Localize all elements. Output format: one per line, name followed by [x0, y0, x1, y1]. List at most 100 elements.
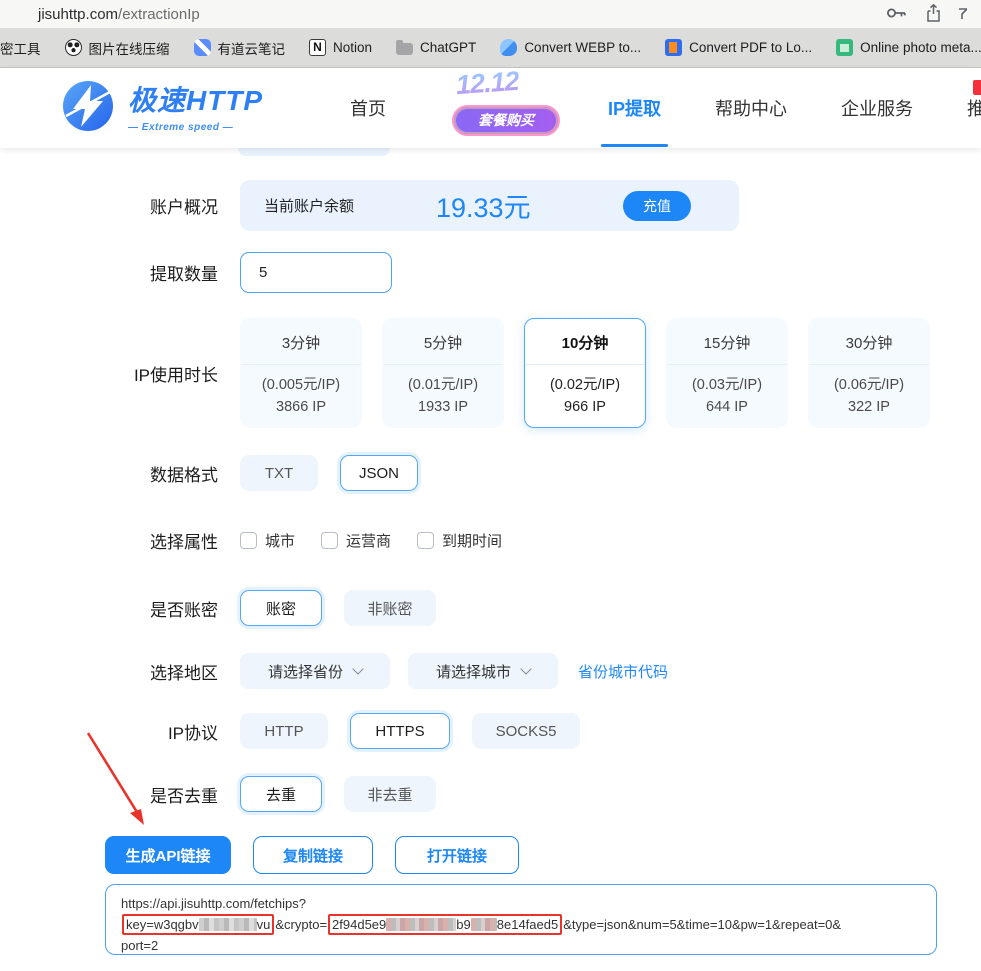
url-params-tail: &type=json&num=5&time=10&pw=1&repeat=0&	[563, 917, 842, 932]
password-key-icon[interactable]	[886, 6, 908, 20]
card-title: 3分钟	[281, 335, 321, 352]
duration-row: IP使用时长 3分钟 (0.005元/IP) 3866 IP 5分钟 (0.01…	[0, 318, 950, 428]
province-select[interactable]: 请选择省份	[240, 653, 390, 689]
balance-value: 19.33元	[436, 193, 531, 223]
redacted-crypto-segment	[470, 918, 497, 931]
bookmark-label: Convert PDF to Lo...	[689, 40, 813, 55]
dedup-row: 是否去重 去重 非去重	[0, 776, 458, 812]
main-nav: 首页 12.12 套餐购买 IP提取 帮助中心 企业服务 推广返利	[350, 66, 981, 148]
checkbox-isp[interactable]: 运营商	[321, 530, 391, 551]
quantity-input[interactable]	[240, 252, 392, 293]
promo-1212-badge[interactable]: 12.12 套餐购买	[452, 66, 564, 136]
quantity-row: 提取数量	[0, 252, 392, 293]
bookmark-label: Online photo meta...	[860, 40, 981, 55]
browser-address-bar[interactable]: jisuhttp.com/extractionIp	[0, 0, 981, 28]
protocol-option-https[interactable]: HTTPS	[350, 713, 450, 749]
duration-option-15min[interactable]: 15分钟 (0.03元/IP) 644 IP	[666, 318, 788, 428]
generate-api-link-button[interactable]: 生成API链接	[105, 836, 231, 874]
panda-icon	[64, 39, 82, 56]
share-icon[interactable]	[926, 4, 941, 22]
bookmark-item[interactable]: Convert PDF to Lo...	[665, 39, 812, 56]
card-divider	[667, 364, 787, 365]
open-link-button[interactable]: 打开链接	[395, 836, 519, 874]
protocol-option-http[interactable]: HTTP	[240, 713, 328, 749]
bookmark-label: Convert WEBP to...	[524, 40, 642, 55]
site-logo[interactable]: 极速HTTP — Extreme speed —	[60, 78, 263, 134]
card-price: (0.005元/IP)	[261, 377, 341, 393]
card-count: 966 IP	[564, 399, 606, 416]
quantity-label: 提取数量	[150, 265, 218, 284]
card-divider	[809, 364, 929, 365]
auth-label: 是否账密	[150, 600, 218, 620]
cutoff-toolbar-icon[interactable]	[959, 5, 967, 21]
nav-item-ip-extract[interactable]: IP提取	[600, 95, 669, 147]
format-label: 数据格式	[150, 465, 218, 485]
promo-1212-text: 12.12	[454, 65, 520, 101]
format-option-json[interactable]: JSON	[340, 455, 418, 491]
cutoff-element-above	[238, 148, 390, 156]
bookmark-item[interactable]: Convert WEBP to...	[500, 39, 641, 56]
duration-option-3min[interactable]: 3分钟 (0.005元/IP) 3866 IP	[240, 318, 362, 428]
checkbox-icon	[417, 531, 435, 549]
bookmark-label: ChatGPT	[420, 40, 477, 55]
card-count: 322 IP	[848, 399, 890, 416]
checkbox-icon	[321, 531, 339, 549]
redacted-key-segment	[198, 918, 257, 931]
extraction-form: 账户概况 当前账户余额 19.33元 充值 提取数量 IP使用时长 3分钟	[0, 148, 981, 971]
format-option-txt[interactable]: TXT	[240, 455, 318, 491]
duration-option-5min[interactable]: 5分钟 (0.01元/IP) 1933 IP	[382, 318, 504, 428]
nav-item-enterprise[interactable]: 企业服务	[841, 95, 913, 121]
bookmark-item[interactable]: Online photo meta...	[836, 39, 981, 56]
dedup-option-yes[interactable]: 去重	[240, 776, 322, 812]
card-count: 1933 IP	[418, 399, 468, 416]
bookmark-item[interactable]: Notion	[309, 39, 372, 56]
bookmark-label: 有道云笔记	[217, 41, 286, 57]
bookmark-item[interactable]: 图片在线压缩	[64, 38, 170, 58]
card-price: (0.03元/IP)	[691, 377, 763, 393]
province-city-code-link[interactable]: 省份城市代码	[578, 661, 668, 682]
site-header: 极速HTTP — Extreme speed — 首页 12.12 套餐购买 I…	[0, 66, 981, 148]
nav-item-home[interactable]: 首页	[350, 95, 386, 121]
auth-row: 是否账密 账密 非账密	[0, 590, 458, 626]
card-divider	[383, 364, 503, 365]
checkbox-city[interactable]: 城市	[240, 530, 295, 551]
city-select[interactable]: 请选择城市	[408, 653, 558, 689]
auth-option-no-credentials[interactable]: 非账密	[344, 590, 436, 626]
nav-item-help-center[interactable]: 帮助中心	[715, 95, 787, 121]
api-url-box[interactable]: https://api.jisuhttp.com/fetchips? key=w…	[105, 884, 937, 955]
auth-option-credentials[interactable]: 账密	[240, 590, 322, 626]
card-title: 5分钟	[423, 335, 463, 352]
lightning-logo-icon	[63, 81, 113, 131]
balance-panel: 当前账户余额 19.33元 充值	[240, 180, 739, 231]
protocol-row: IP协议 HTTP HTTPS SOCKS5	[0, 713, 602, 749]
chevron-down-icon	[352, 663, 364, 675]
protocol-option-socks5[interactable]: SOCKS5	[472, 713, 580, 749]
nav-item-referral[interactable]: 推广返利	[967, 95, 981, 121]
url-text[interactable]: jisuhttp.com/extractionIp	[38, 6, 200, 23]
recharge-button[interactable]: 充值	[623, 190, 691, 221]
url-crypto-mid: b9	[456, 917, 471, 932]
bookmark-item[interactable]: 密工具	[0, 38, 41, 58]
protocol-label: IP协议	[167, 723, 218, 743]
duration-option-30min[interactable]: 30分钟 (0.06元/IP) 322 IP	[808, 318, 930, 428]
nav-red-badge	[973, 80, 981, 95]
dedup-option-no[interactable]: 非去重	[344, 776, 436, 812]
format-row: 数据格式 TXT JSON	[0, 455, 440, 491]
url-key-prefix: key=w3qgbv	[126, 917, 199, 932]
copy-link-button[interactable]: 复制链接	[253, 836, 373, 874]
duration-option-10min[interactable]: 10分钟 (0.02元/IP) 966 IP	[524, 318, 646, 428]
dedup-label: 是否去重	[150, 786, 218, 806]
webp-icon	[500, 39, 518, 56]
bookmark-item[interactable]: ChatGPT	[396, 40, 476, 55]
url-crypto-param: &crypto=	[275, 917, 328, 932]
page: jisuhttp.com/extractionIp 密工具 图片在线压缩 有道云…	[0, 0, 981, 971]
key-redaction-annotation: key=w3qgbv vu	[122, 914, 275, 935]
card-title: 15分钟	[703, 335, 751, 352]
chevron-down-icon	[520, 663, 532, 675]
bookmark-item[interactable]: 有道云笔记	[193, 38, 286, 58]
promo-package-text: 套餐购买	[452, 105, 560, 136]
attributes-row: 选择属性 城市 运营商 到期时间	[0, 528, 528, 552]
region-label: 选择地区	[150, 663, 218, 683]
checkbox-expiry[interactable]: 到期时间	[417, 530, 502, 551]
card-title: 30分钟	[845, 335, 893, 352]
